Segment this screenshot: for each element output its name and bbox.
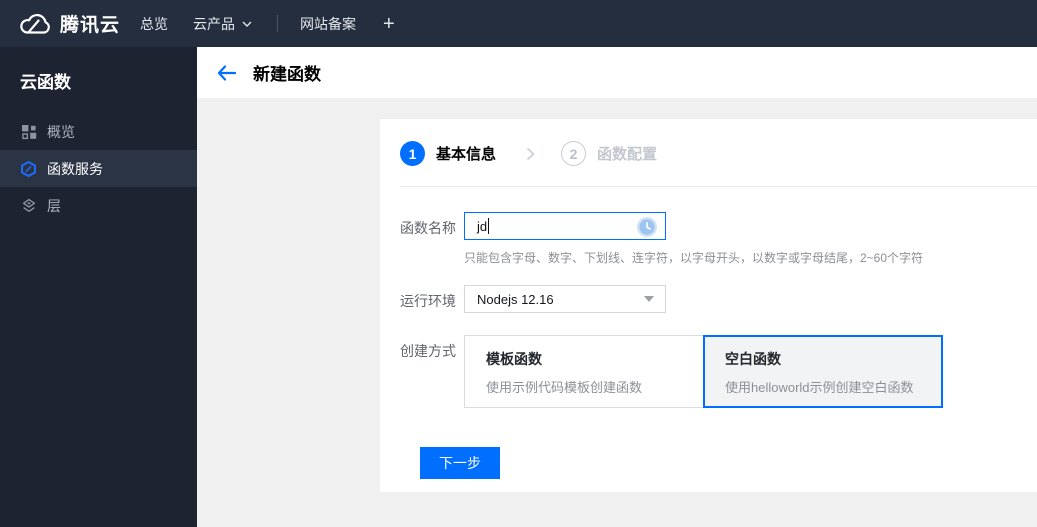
basic-info-form: 函数名称 jd 只能包含字母、数字、下划线、连字符，以字母开头，以数字或字母结尾… (380, 212, 1037, 479)
topbar-divider (277, 15, 278, 32)
select-caret-icon (644, 296, 654, 302)
step-label: 基本信息 (436, 146, 497, 163)
runtime-row: 运行环境 Nodejs 12.16 (400, 285, 1037, 313)
chevron-down-icon (242, 21, 252, 27)
step-number-badge: 1 (400, 141, 425, 166)
create-function-card: 1 基本信息 2 函数配置 函数名称 jd 只能包含字母、数字、下划线、连字符，… (380, 119, 1037, 492)
layers-icon (20, 197, 37, 214)
app-root: 腾讯云 总览 云产品 网站备案 + 云函数 概览 函数服务 层 新建函数 1 基… (0, 0, 1037, 527)
runtime-select[interactable]: Nodejs 12.16 (464, 285, 666, 313)
step-basic-info: 1 基本信息 (400, 141, 496, 166)
main-layout: 云函数 概览 函数服务 层 新建函数 1 基本信息 2 函数配置 函数名称 jd… (0, 47, 1037, 527)
topbar: 腾讯云 总览 云产品 网站备案 + (0, 0, 1037, 47)
section-divider (400, 186, 1037, 187)
nav-item-icp-filing[interactable]: 网站备案 (300, 14, 356, 34)
sidebar-item-overview[interactable]: 概览 (0, 113, 197, 150)
nav-item-label: 总览 (140, 15, 168, 32)
text-cursor (488, 218, 490, 234)
sidebar-item-function-service[interactable]: 函数服务 (0, 150, 197, 187)
sidebar-item-layers[interactable]: 层 (0, 187, 197, 224)
page-header: 新建函数 (197, 47, 1037, 98)
brand-name: 腾讯云 (60, 15, 121, 36)
page-title: 新建函数 (253, 65, 321, 84)
overview-grid-icon (20, 123, 37, 140)
sidebar-item-label: 概览 (47, 123, 75, 140)
method-card-blank-function[interactable]: 空白函数 使用helloworld示例创建空白函数 (703, 335, 943, 408)
method-title: 模板函数 (486, 351, 542, 367)
creation-method-options: 模板函数 使用示例代码模板创建函数 空白函数 使用helloworld示例创建空… (464, 335, 943, 408)
topbar-nav: 总览 云产品 网站备案 + (140, 14, 395, 34)
back-arrow-button[interactable] (214, 61, 238, 85)
cloud-logo-icon (18, 12, 51, 35)
function-name-value: jd (477, 218, 488, 234)
method-title: 空白函数 (725, 351, 781, 367)
nav-item-overview[interactable]: 总览 (140, 14, 168, 34)
next-step-button[interactable]: 下一步 (420, 447, 500, 479)
content-area: 1 基本信息 2 函数配置 函数名称 jd 只能包含字母、数字、下划线、连字符，… (197, 98, 1037, 527)
creation-method-row: 创建方式 模板函数 使用示例代码模板创建函数 空白函数 使用helloworld… (400, 335, 1037, 408)
sidebar-title: 云函数 (20, 73, 71, 92)
runtime-selected-value: Nodejs 12.16 (477, 291, 554, 307)
creation-method-label: 创建方式 (400, 343, 456, 359)
sidebar-item-label: 层 (47, 197, 61, 214)
wizard-steps: 1 基本信息 2 函数配置 (380, 119, 1037, 186)
nav-item-label: 网站备案 (300, 15, 356, 32)
function-name-label: 函数名称 (400, 220, 456, 236)
method-card-template-function[interactable]: 模板函数 使用示例代码模板创建函数 (464, 335, 704, 408)
method-description: 使用helloworld示例创建空白函数 (725, 380, 914, 395)
function-name-help: 只能包含字母、数字、下划线、连字符，以字母开头，以数字或字母结尾，2~60个字符 (464, 251, 924, 265)
add-tab-button[interactable]: + (383, 14, 395, 34)
scf-hexagon-icon (20, 160, 37, 177)
step-function-config: 2 函数配置 (561, 141, 657, 166)
step-chevron-icon (526, 147, 535, 161)
runtime-label: 运行环境 (400, 293, 456, 309)
method-description: 使用示例代码模板创建函数 (486, 380, 643, 395)
step-number-badge: 2 (561, 141, 587, 166)
sidebar: 云函数 概览 函数服务 层 (0, 47, 197, 527)
main-panel: 新建函数 1 基本信息 2 函数配置 函数名称 jd 只能包含字母、数字、下划线… (197, 47, 1037, 527)
nav-item-cloud-products[interactable]: 云产品 (193, 14, 252, 34)
function-name-row: 函数名称 jd 只能包含字母、数字、下划线、连字符，以字母开头，以数字或字母结尾… (400, 212, 1037, 266)
validating-clock-icon (636, 216, 658, 243)
sidebar-item-label: 函数服务 (47, 160, 103, 177)
tencent-cloud-logo[interactable]: 腾讯云 (0, 10, 140, 37)
nav-item-label: 云产品 (193, 15, 235, 32)
function-name-input[interactable]: jd (464, 212, 666, 240)
step-label: 函数配置 (597, 146, 658, 163)
